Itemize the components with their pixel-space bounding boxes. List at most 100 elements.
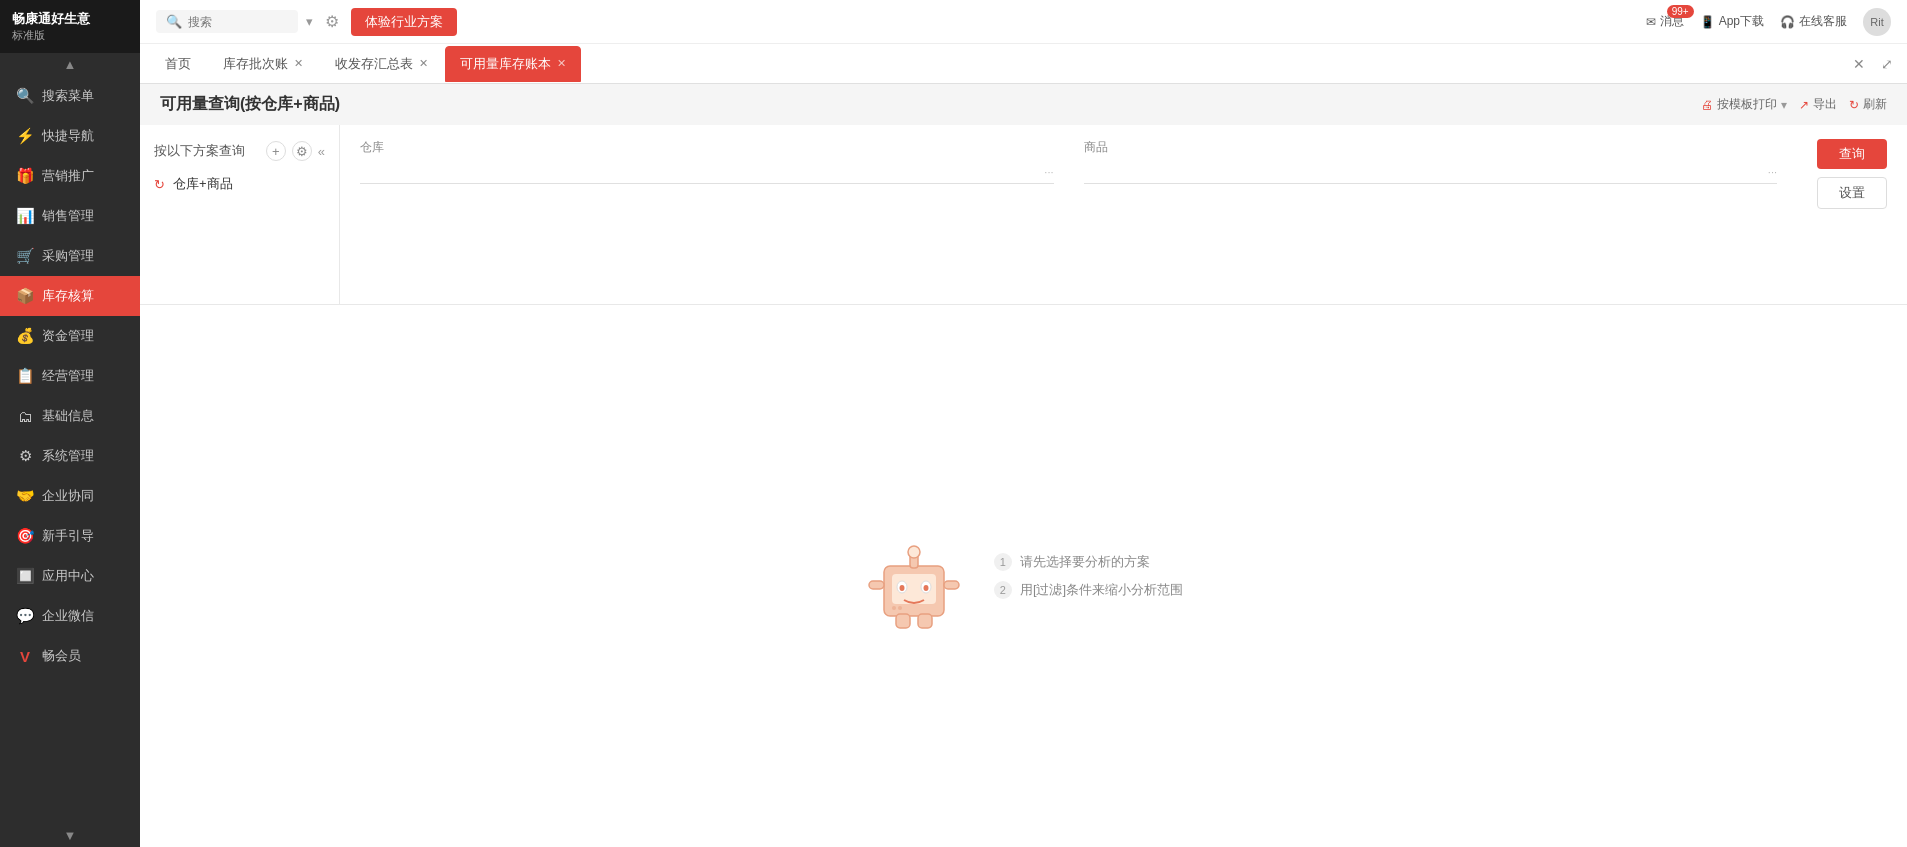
sidebar-nav: 🔍 搜索菜单 ⚡ 快捷导航 🎁 营销推广 📊 销售管理 🛒 采购管理 📦 库存核… bbox=[0, 76, 140, 824]
add-scheme-btn[interactable]: + bbox=[266, 141, 286, 161]
message-action[interactable]: ✉ 消息 99+ bbox=[1646, 13, 1684, 30]
setting-button[interactable]: 设置 bbox=[1817, 177, 1887, 209]
system-icon: ⚙ bbox=[16, 447, 34, 465]
wechat-icon: 💬 bbox=[16, 607, 34, 625]
industry-btn[interactable]: 体验行业方案 bbox=[351, 8, 457, 36]
scheme-sidebar: 按以下方案查询 + ⚙ « ↻ 仓库+商品 bbox=[140, 125, 340, 304]
tab-batch-account[interactable]: 库存批次账 ✕ bbox=[208, 46, 318, 82]
warehouse-input-wrap: ··· bbox=[360, 160, 1054, 184]
sidebar-item-sales[interactable]: 📊 销售管理 bbox=[0, 196, 140, 236]
export-icon: ↗ bbox=[1799, 98, 1809, 112]
scheme-header-label: 按以下方案查询 bbox=[154, 142, 245, 160]
sidebar-item-operation[interactable]: 📋 经营管理 bbox=[0, 356, 140, 396]
sidebar-item-label: 搜索菜单 bbox=[42, 87, 94, 105]
sidebar-scroll-down[interactable]: ▼ bbox=[0, 824, 140, 847]
chevron-down-icon[interactable]: ▾ bbox=[306, 14, 313, 29]
sidebar-item-member[interactable]: V 畅会员 bbox=[0, 636, 140, 676]
tabs-bar: 首页 库存批次账 ✕ 收发存汇总表 ✕ 可用量库存账本 ✕ ✕ ⤢ bbox=[140, 44, 1907, 84]
sidebar-item-label: 经营管理 bbox=[42, 367, 94, 385]
refresh-icon: ↻ bbox=[1849, 98, 1859, 112]
sidebar-item-finance[interactable]: 💰 资金管理 bbox=[0, 316, 140, 356]
tab-batch-account-label: 库存批次账 bbox=[223, 55, 288, 73]
tab-collect-summary[interactable]: 收发存汇总表 ✕ bbox=[320, 46, 443, 82]
sidebar-item-label: 营销推广 bbox=[42, 167, 94, 185]
collapse-icon[interactable]: « bbox=[318, 144, 325, 159]
sidebar-item-system[interactable]: ⚙ 系统管理 bbox=[0, 436, 140, 476]
purchase-icon: 🛒 bbox=[16, 247, 34, 265]
sidebar-item-basic[interactable]: 🗂 基础信息 bbox=[0, 396, 140, 436]
sidebar-item-label: 新手引导 bbox=[42, 527, 94, 545]
topbar-search-box[interactable]: 🔍 bbox=[156, 10, 298, 33]
page-title: 可用量查询(按仓库+商品) bbox=[160, 94, 340, 115]
product-label: 商品 bbox=[1084, 139, 1778, 156]
member-icon: V bbox=[16, 648, 34, 665]
apps-icon: 🔲 bbox=[16, 567, 34, 585]
close-icon[interactable]: ✕ bbox=[419, 57, 428, 70]
maximize-tab-btn[interactable]: ⤢ bbox=[1877, 52, 1897, 76]
manage-scheme-btn[interactable]: ⚙ bbox=[292, 141, 312, 161]
sidebar-item-guide[interactable]: 🎯 新手引导 bbox=[0, 516, 140, 556]
marketing-icon: 🎁 bbox=[16, 167, 34, 185]
sidebar-header: 畅康通好生意 标准版 bbox=[0, 0, 140, 53]
refresh-label: 刷新 bbox=[1863, 96, 1887, 113]
sidebar-item-collab[interactable]: 🤝 企业协同 bbox=[0, 476, 140, 516]
operation-icon: 📋 bbox=[16, 367, 34, 385]
empty-state: 1 请先选择要分析的方案 2 用[过滤]条件来缩小分析范围 bbox=[140, 305, 1907, 847]
tab-home[interactable]: 首页 bbox=[150, 46, 206, 82]
guide-icon: 🎯 bbox=[16, 527, 34, 545]
sidebar-item-inventory[interactable]: 📦 库存核算 bbox=[0, 276, 140, 316]
export-btn[interactable]: ↗ 导出 bbox=[1799, 96, 1837, 113]
app-download-action[interactable]: 📱 App下载 bbox=[1700, 13, 1764, 30]
product-input[interactable] bbox=[1084, 164, 1762, 179]
svg-point-11 bbox=[908, 546, 920, 558]
hint-text-1: 请先选择要分析的方案 bbox=[1020, 553, 1150, 571]
page-header-actions: 🖨 按模板打印 ▾ ↗ 导出 ↻ 刷新 bbox=[1701, 96, 1887, 113]
warehouse-input[interactable] bbox=[360, 164, 1038, 179]
scheme-item-warehouse-product[interactable]: ↻ 仓库+商品 bbox=[140, 167, 339, 201]
sidebar-item-search[interactable]: 🔍 搜索菜单 bbox=[0, 76, 140, 116]
filter-fields: 仓库 ··· 商品 ··· bbox=[340, 125, 1797, 304]
filter-panel: 按以下方案查询 + ⚙ « ↻ 仓库+商品 仓库 bbox=[140, 125, 1907, 305]
close-icon[interactable]: ✕ bbox=[294, 57, 303, 70]
brand-name: 畅康通好生意 bbox=[12, 10, 128, 28]
shortcut-icon: ⚡ bbox=[16, 127, 34, 145]
product-field: 商品 ··· bbox=[1084, 139, 1778, 184]
svg-point-5 bbox=[923, 585, 928, 591]
sidebar-item-wechat[interactable]: 💬 企业微信 bbox=[0, 596, 140, 636]
refresh-btn[interactable]: ↻ 刷新 bbox=[1849, 96, 1887, 113]
online-service-action[interactable]: 🎧 在线客服 bbox=[1780, 13, 1847, 30]
warehouse-field: 仓库 ··· bbox=[360, 139, 1054, 184]
sidebar-item-apps[interactable]: 🔲 应用中心 bbox=[0, 556, 140, 596]
page-header: 可用量查询(按仓库+商品) 🖨 按模板打印 ▾ ↗ 导出 ↻ 刷新 bbox=[140, 84, 1907, 125]
close-tab-btn[interactable]: ✕ bbox=[1849, 52, 1869, 76]
sidebar-item-label: 应用中心 bbox=[42, 567, 94, 585]
empty-hint-1: 1 请先选择要分析的方案 bbox=[994, 553, 1183, 571]
scheme-header-actions: + ⚙ « bbox=[266, 141, 325, 161]
sidebar-item-label: 基础信息 bbox=[42, 407, 94, 425]
close-icon[interactable]: ✕ bbox=[557, 57, 566, 70]
sidebar-scroll-up[interactable]: ▲ bbox=[0, 53, 140, 76]
filter-actions: 查询 设置 bbox=[1797, 125, 1907, 304]
headset-icon: 🎧 bbox=[1780, 15, 1795, 29]
search-input[interactable] bbox=[188, 15, 288, 29]
search-icon: 🔍 bbox=[166, 14, 182, 29]
print-btn[interactable]: 🖨 按模板打印 ▾ bbox=[1701, 96, 1787, 113]
scheme-refresh-icon: ↻ bbox=[154, 177, 165, 192]
chevron-down-icon[interactable]: ▾ bbox=[1781, 98, 1787, 112]
sales-icon: 📊 bbox=[16, 207, 34, 225]
topbar: 🔍 ▾ ⚙ 体验行业方案 ✉ 消息 99+ 📱 App下载 🎧 在线客服 Ri bbox=[140, 0, 1907, 44]
user-avatar[interactable]: Rit bbox=[1863, 8, 1891, 36]
page-content: 可用量查询(按仓库+商品) 🖨 按模板打印 ▾ ↗ 导出 ↻ 刷新 bbox=[140, 84, 1907, 847]
gear-icon[interactable]: ⚙ bbox=[321, 8, 343, 35]
warehouse-more-btn[interactable]: ··· bbox=[1044, 166, 1053, 178]
inventory-icon: 📦 bbox=[16, 287, 34, 305]
sidebar-item-purchase[interactable]: 🛒 采购管理 bbox=[0, 236, 140, 276]
tab-available-ledger[interactable]: 可用量库存账本 ✕ bbox=[445, 46, 581, 82]
sidebar-item-label: 采购管理 bbox=[42, 247, 94, 265]
sidebar-item-shortcut[interactable]: ⚡ 快捷导航 bbox=[0, 116, 140, 156]
tab-home-label: 首页 bbox=[165, 55, 191, 73]
sidebar-item-marketing[interactable]: 🎁 营销推广 bbox=[0, 156, 140, 196]
product-more-btn[interactable]: ··· bbox=[1768, 166, 1777, 178]
query-button[interactable]: 查询 bbox=[1817, 139, 1887, 169]
tab-collect-summary-label: 收发存汇总表 bbox=[335, 55, 413, 73]
